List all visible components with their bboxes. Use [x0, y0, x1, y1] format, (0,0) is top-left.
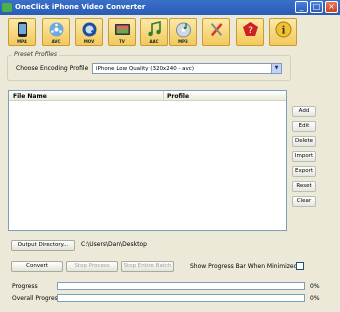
settings-button[interactable] [202, 18, 230, 46]
clear-button[interactable]: Clear [292, 196, 316, 207]
help-icon: ? [243, 22, 258, 36]
music-note-icon [148, 21, 161, 37]
progress-bar [57, 282, 305, 290]
tv-profile-button[interactable]: TV [108, 18, 136, 46]
mov-profile-button[interactable]: MOV [75, 18, 103, 46]
quicktime-icon [82, 22, 97, 37]
info-icon: i [275, 21, 292, 38]
title-bar[interactable]: OneClick iPhone Video Converter _ □ × [0, 0, 340, 15]
about-button[interactable]: i [269, 18, 297, 46]
add-button[interactable]: Add [292, 106, 316, 117]
maximize-button[interactable]: □ [310, 1, 323, 13]
output-directory-button[interactable]: Output Directory... [11, 240, 75, 251]
encoding-profile-select[interactable]: iPhone Low Quality (320x240 - avc) ▼ [92, 63, 282, 74]
window-title: OneClick iPhone Video Converter [15, 3, 146, 11]
chevron-down-icon[interactable]: ▼ [271, 64, 281, 73]
output-directory-path: C:\Users\Dan\Desktop [81, 241, 147, 248]
progress-label: Progress [12, 283, 38, 290]
stop-process-button[interactable]: Stop Process [66, 261, 118, 272]
svg-text:i: i [282, 26, 286, 37]
tv-icon [115, 24, 130, 35]
column-divider[interactable] [163, 91, 164, 101]
overall-progress-percent: 0% [310, 295, 320, 302]
minimize-button[interactable]: _ [295, 1, 308, 13]
tool-label: MP4 [17, 39, 27, 44]
aac-profile-button[interactable]: AAC [140, 18, 168, 46]
mp3-profile-button[interactable]: MP3 [169, 18, 197, 46]
cd-music-icon [176, 22, 191, 38]
iphone-icon [18, 22, 27, 37]
show-progress-minimized-checkbox[interactable] [296, 262, 304, 270]
delete-button[interactable]: Delete [292, 136, 316, 147]
export-button[interactable]: Export [292, 166, 316, 177]
tool-label: MP3 [178, 39, 188, 44]
tool-label: AAC [149, 39, 159, 44]
tool-label: MOV [83, 39, 95, 44]
preset-group-title: Preset Profiles [12, 51, 59, 58]
tools-icon [210, 23, 223, 37]
svg-text:?: ? [248, 26, 253, 36]
tool-label: TV [119, 39, 125, 44]
import-button[interactable]: Import [292, 151, 316, 162]
encoding-profile-label: Choose Encoding Profile [16, 65, 89, 72]
convert-button[interactable]: Convert [11, 261, 63, 272]
close-button[interactable]: × [325, 1, 338, 13]
film-reel-icon [49, 22, 64, 37]
column-header-profile[interactable]: Profile [167, 93, 189, 100]
mp4-profile-button[interactable]: MP4 [8, 18, 36, 46]
column-header-file-name[interactable]: File Name [13, 93, 47, 100]
tool-label: AVC [51, 39, 61, 44]
reset-button[interactable]: Reset [292, 181, 316, 192]
edit-button[interactable]: Edit [292, 121, 316, 132]
preset-profiles-group: Preset Profiles Choose Encoding Profile … [7, 51, 291, 81]
overall-progress-label: Overall Progress [12, 295, 61, 302]
encoding-profile-value: iPhone Low Quality (320x240 - avc) [96, 66, 194, 72]
show-progress-minimized-label: Show Progress Bar When Minimized [190, 263, 298, 270]
overall-progress-bar [57, 294, 305, 302]
file-list-table[interactable]: File Name Profile [8, 90, 287, 231]
profile-toolbar: MP4 AVC MOV TV AAC MP3 ? i [0, 15, 340, 49]
table-header: File Name Profile [9, 91, 286, 101]
avc-profile-button[interactable]: AVC [42, 18, 70, 46]
progress-percent: 0% [310, 283, 320, 290]
stop-entire-batch-button[interactable]: Stop Entire Batch [121, 261, 174, 272]
app-icon [2, 3, 12, 12]
help-button[interactable]: ? [236, 18, 264, 46]
